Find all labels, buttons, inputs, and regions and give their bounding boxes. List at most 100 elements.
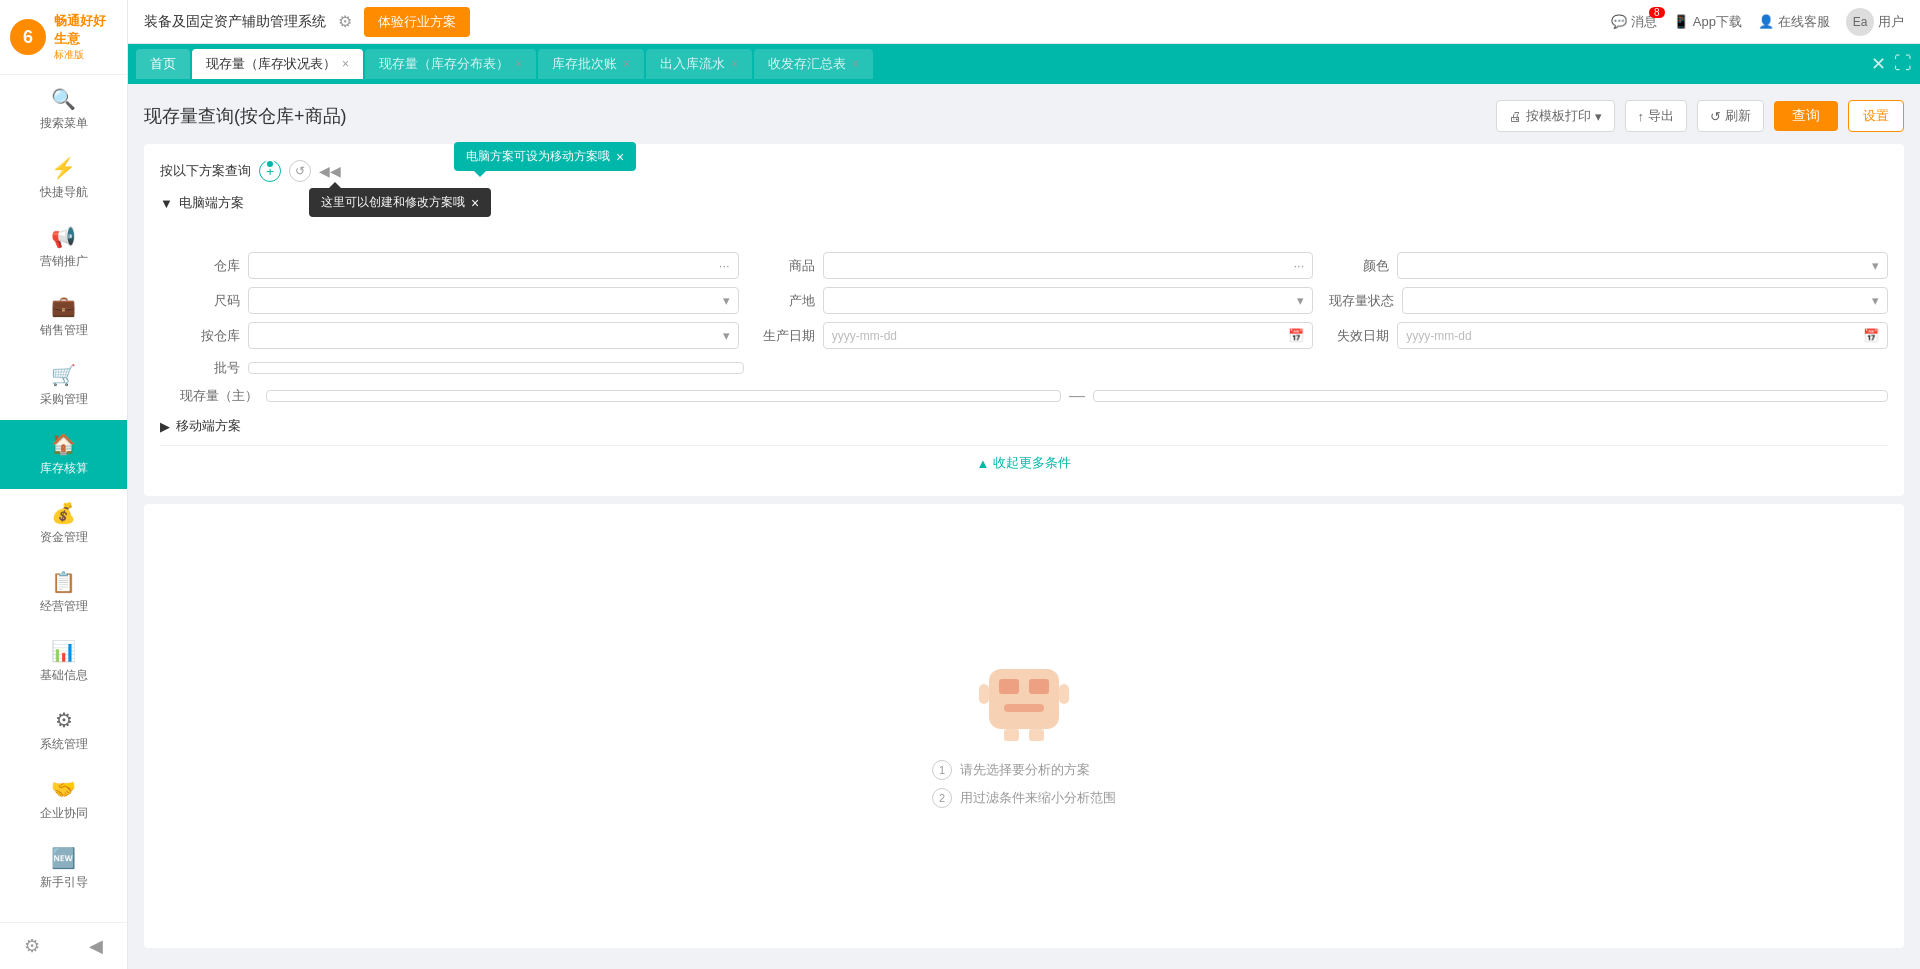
setting-button[interactable]: 设置 [1848, 100, 1904, 132]
color-dropdown-icon: ▾ [1872, 258, 1879, 273]
user-item[interactable]: Ea 用户 [1846, 8, 1904, 36]
goods-more-icon: ··· [1293, 258, 1304, 273]
size-dropdown-icon: ▾ [723, 293, 730, 308]
operation-icon: 📋 [51, 570, 76, 594]
header: 装备及固定资产辅助管理系统 ⚙ 体验行业方案 💬 消息 8 📱 App下载 👤 … [128, 0, 1920, 44]
tab-close-all-icon[interactable]: ✕ [1871, 53, 1886, 75]
batch-no-label: 批号 [180, 359, 240, 377]
sidebar-item-purchase[interactable]: 🛒 采购管理 [0, 351, 127, 420]
tab-summary[interactable]: 收发存汇总表 × [754, 49, 873, 79]
sidebar-item-guide[interactable]: 🆕 新手引导 [0, 834, 127, 903]
field-batch-no: 批号 [180, 359, 744, 377]
goods-label: 商品 [755, 257, 815, 275]
sidebar-item-operation[interactable]: 📋 经营管理 [0, 558, 127, 627]
tab-close-inout[interactable]: × [731, 57, 738, 71]
expire-date-start[interactable]: yyyy-mm-dd 📅 [1397, 322, 1888, 349]
sidebar-item-marketing[interactable]: 📢 营销推广 [0, 213, 127, 282]
batch-no-input[interactable] [248, 362, 744, 374]
svg-rect-2 [1029, 679, 1049, 694]
export-button[interactable]: ↑ 导出 [1625, 100, 1688, 132]
collapse-btn[interactable]: ◀ [89, 935, 103, 957]
collapse-conditions-button[interactable]: ▲ 收起更多条件 [160, 445, 1888, 480]
stock-qty-separator: — [1069, 387, 1085, 405]
create-tooltip-close[interactable]: × [471, 195, 479, 211]
origin-input[interactable]: ▾ [823, 287, 1314, 314]
filter-row-1: 仓库 ··· 商品 ··· 颜色 ▾ [180, 252, 1888, 279]
mobile-scheme-title[interactable]: ▶ 移动端方案 [160, 417, 1888, 435]
field-size: 尺码 ▾ [180, 287, 739, 314]
svg-rect-1 [999, 679, 1019, 694]
plan-tooltip-close[interactable]: × [616, 149, 624, 165]
sidebar-nav: 🔍 搜索菜单 ⚡ 快捷导航 📢 营销推广 💼 销售管理 🛒 采购管理 🏠 库存核… [0, 75, 127, 922]
origin-label: 产地 [755, 292, 815, 310]
add-scheme-button[interactable]: + [259, 160, 281, 182]
back-arrow-icon[interactable]: ◀◀ [319, 163, 341, 179]
marketing-icon: 📢 [51, 225, 76, 249]
sidebar-item-quick[interactable]: ⚡ 快捷导航 [0, 144, 127, 213]
sales-icon: 💼 [51, 294, 76, 318]
quick-icon: ⚡ [51, 156, 76, 180]
tab-close-batch[interactable]: × [623, 57, 630, 71]
header-right: 💬 消息 8 📱 App下载 👤 在线客服 Ea 用户 [1611, 8, 1904, 36]
field-color: 颜色 ▾ [1329, 252, 1888, 279]
sidebar-item-basic[interactable]: 📊 基础信息 [0, 627, 127, 696]
produce-date-placeholder: yyyy-mm-dd [832, 329, 897, 343]
color-label: 颜色 [1329, 257, 1389, 275]
message-item[interactable]: 💬 消息 8 [1611, 13, 1657, 31]
sidebar-item-system[interactable]: ⚙ 系统管理 [0, 696, 127, 765]
tab-home[interactable]: 首页 [136, 49, 190, 79]
settings-bottom-btn[interactable]: ⚙ [24, 935, 40, 957]
tabs-bar: 首页 现存量（库存状况表） × 现存量（库存分布表） × 库存批次账 × 出入库… [128, 44, 1920, 84]
field-warehouse: 仓库 ··· [180, 252, 739, 279]
sidebar-item-search[interactable]: 🔍 搜索菜单 [0, 75, 127, 144]
sidebar-item-inventory[interactable]: 🏠 库存核算 [0, 420, 127, 489]
stock-qty-end[interactable] [1093, 390, 1888, 402]
sidebar-item-finance[interactable]: 💰 资金管理 [0, 489, 127, 558]
tab-close-inventory-status[interactable]: × [342, 57, 349, 71]
tab-close-summary[interactable]: × [852, 57, 859, 71]
query-button[interactable]: 查询 [1774, 101, 1838, 131]
pc-scheme-label: 电脑端方案 [179, 194, 244, 212]
tab-maximize-icon[interactable]: ⛶ [1894, 53, 1912, 75]
tab-inout[interactable]: 出入库流水 × [646, 49, 752, 79]
enterprise-icon: 🤝 [51, 777, 76, 801]
tab-inventory-status[interactable]: 现存量（库存状况表） × [192, 49, 363, 79]
page-content: 现存量查询(按仓库+商品) 🖨 按模板打印 ▾ ↑ 导出 ↺ 刷新 查询 设置 [128, 84, 1920, 969]
by-warehouse-label: 按仓库 [180, 327, 240, 345]
sidebar-bottom: ⚙ ◀ [0, 922, 127, 969]
empty-area: 1 请先选择要分析的方案 2 用过滤条件来缩小分析范围 [144, 504, 1904, 948]
print-dropdown-icon: ▾ [1595, 109, 1602, 124]
support-icon: 👤 [1758, 14, 1774, 29]
tab-close-inventory-dist[interactable]: × [515, 57, 522, 71]
tabs-controls: ✕ ⛶ [1871, 53, 1912, 75]
field-by-warehouse: 按仓库 ▾ [180, 322, 739, 349]
print-button[interactable]: 🖨 按模板打印 ▾ [1496, 100, 1615, 132]
chevron-right-icon: ▶ [160, 419, 170, 434]
add-dot-indicator [265, 159, 275, 169]
refresh-button[interactable]: ↺ 刷新 [1697, 100, 1764, 132]
plan-tooltip-text: 电脑方案可设为移动方案哦 [466, 148, 610, 165]
filter-label: 按以下方案查询 [160, 162, 251, 180]
try-button[interactable]: 体验行业方案 [364, 7, 470, 37]
refresh-scheme-button[interactable]: ↺ [289, 160, 311, 182]
sidebar-item-sales[interactable]: 💼 销售管理 [0, 282, 127, 351]
tab-inventory-dist[interactable]: 现存量（库存分布表） × [365, 49, 536, 79]
settings-icon[interactable]: ⚙ [338, 12, 352, 31]
by-warehouse-input[interactable]: ▾ [248, 322, 739, 349]
step-num-2: 2 [932, 788, 952, 808]
tab-batch[interactable]: 库存批次账 × [538, 49, 644, 79]
color-input[interactable]: ▾ [1397, 252, 1888, 279]
origin-dropdown-icon: ▾ [1297, 293, 1304, 308]
size-input[interactable]: ▾ [248, 287, 739, 314]
stock-status-input[interactable]: ▾ [1402, 287, 1888, 314]
svg-rect-6 [1004, 729, 1019, 741]
warehouse-input[interactable]: ··· [248, 252, 739, 279]
app-download-item[interactable]: 📱 App下载 [1673, 13, 1742, 31]
produce-date-start[interactable]: yyyy-mm-dd 📅 [823, 322, 1314, 349]
support-item[interactable]: 👤 在线客服 [1758, 13, 1830, 31]
filter-header: 按以下方案查询 + ↺ ◀◀ 电脑方案可设为移动方案哦 × [160, 160, 1888, 182]
goods-input[interactable]: ··· [823, 252, 1314, 279]
stock-qty-start[interactable] [266, 390, 1061, 402]
sidebar-item-enterprise[interactable]: 🤝 企业协同 [0, 765, 127, 834]
more-icon: ··· [719, 258, 730, 273]
